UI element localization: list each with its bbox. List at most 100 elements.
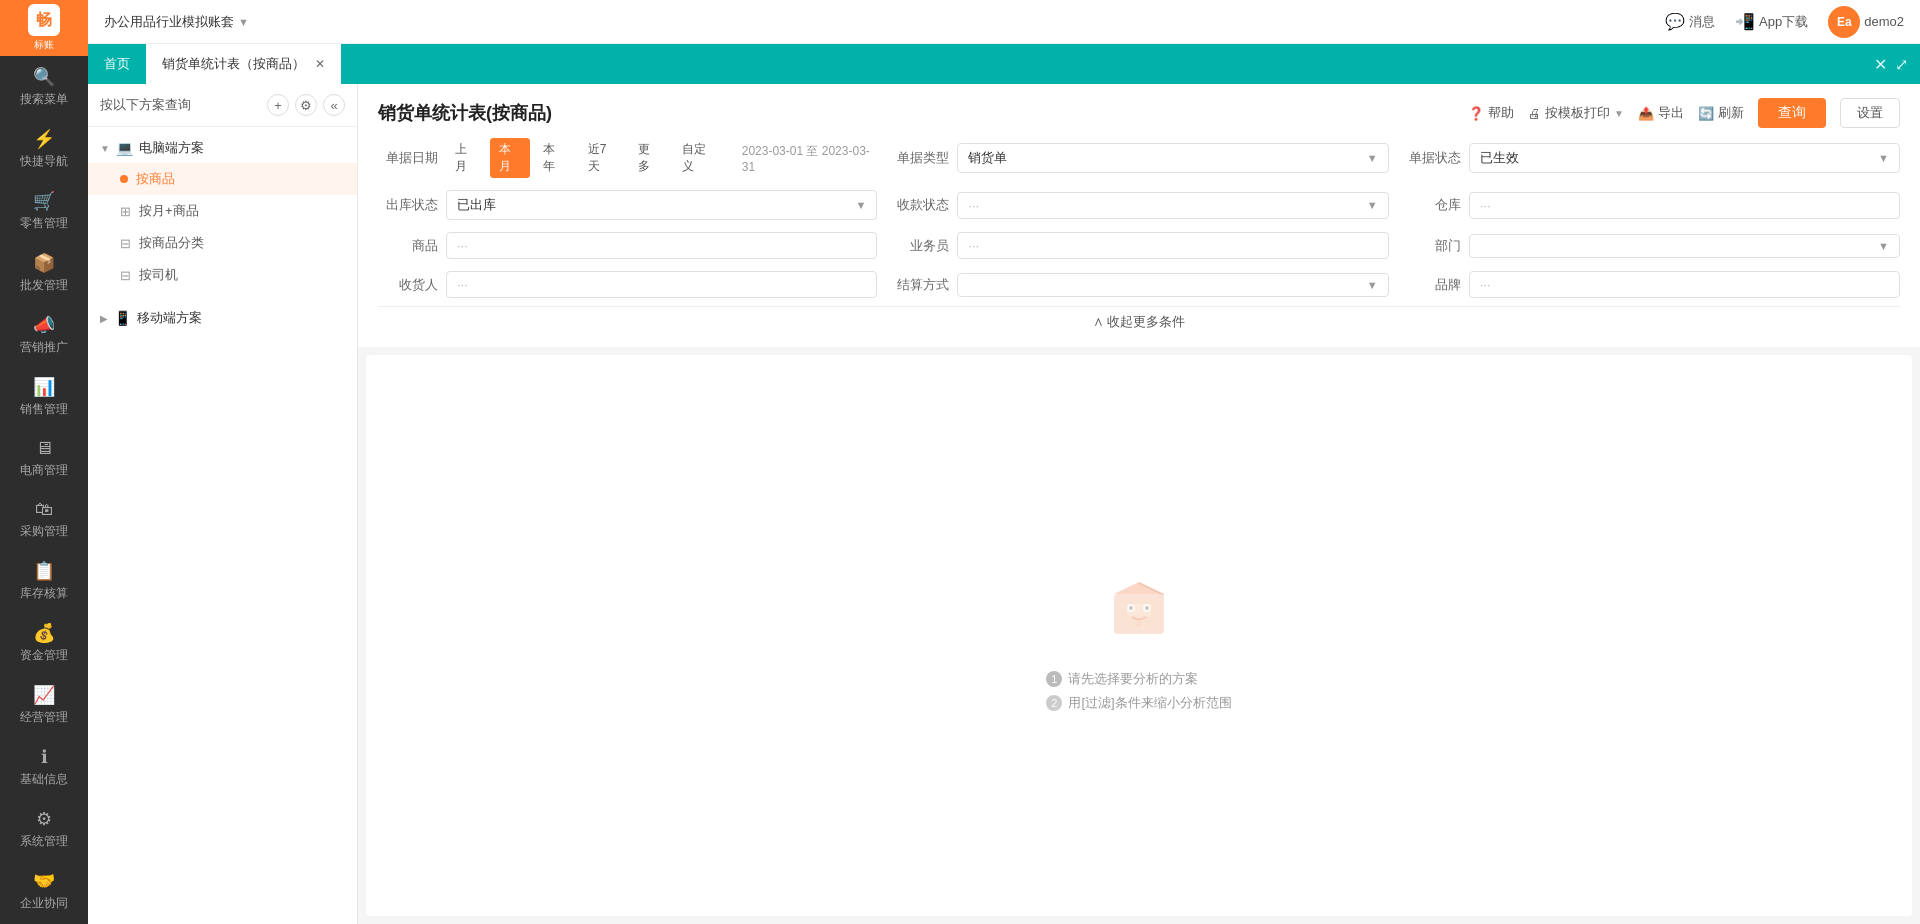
logo[interactable]: 畅 标账 [0, 0, 88, 56]
marketing-icon: 📣 [33, 314, 55, 336]
sidebar-item-retail[interactable]: 🛒 零售管理 [0, 180, 88, 242]
industry-selector[interactable]: 办公用品行业模拟账套 ▼ [104, 13, 249, 31]
avatar: Ea [1828, 6, 1860, 38]
right-panel: 销货单统计表(按商品) ❓ 帮助 🖨 按模板打印 ▼ 📤 [358, 84, 1920, 924]
tab-window-controls: ✕ ⤢ [1862, 55, 1920, 74]
goods-select[interactable]: ··· [446, 232, 877, 259]
help-button[interactable]: ❓ 帮助 [1468, 104, 1514, 122]
doc-status-select[interactable]: 已生效 ▼ [1469, 143, 1900, 173]
maximize-window-icon[interactable]: ⤢ [1895, 55, 1908, 74]
goods-label: 商品 [378, 237, 438, 255]
filter-row-1: 单据日期 上月 本月 本年 近7天 更多 自定义 2023-03-01 至 20… [378, 138, 1900, 178]
filter-row-2: 出库状态 已出库 ▼ 收款状态 ··· ▼ [378, 190, 1900, 220]
sidebar-item-wholesale[interactable]: 📦 批发管理 [0, 242, 88, 304]
active-dot-icon [120, 175, 128, 183]
last-7-btn[interactable]: 近7天 [579, 138, 625, 178]
group-expand-icon: ▼ [100, 143, 110, 154]
warehouse-status-select[interactable]: 已出库 ▼ [446, 190, 877, 220]
close-window-icon[interactable]: ✕ [1874, 55, 1887, 74]
empty-illustration [1089, 554, 1189, 654]
settings-scheme-button[interactable]: ⚙ [295, 94, 317, 116]
sidebar-item-search[interactable]: 🔍 搜索菜单 [0, 56, 88, 118]
settings-button[interactable]: 设置 [1840, 98, 1900, 128]
sidebar-item-company[interactable]: 🤝 企业协同 [0, 860, 88, 922]
grid-icon: ⊞ [120, 204, 131, 219]
export-button[interactable]: 📤 导出 [1638, 104, 1684, 122]
svg-point-9 [1145, 606, 1149, 610]
scheme-item-by-goods-category[interactable]: ⊟ 按商品分类 [88, 227, 357, 259]
filter-area: 销货单统计表(按商品) ❓ 帮助 🖨 按模板打印 ▼ 📤 [358, 84, 1920, 347]
salesperson-select[interactable]: ··· [957, 232, 1388, 259]
sidebar-item-purchase[interactable]: 🛍 采购管理 [0, 489, 88, 550]
more-btn[interactable]: 更多 [629, 138, 669, 178]
filter-dept: 部门 ▼ [1401, 232, 1900, 259]
inventory-icon: 📋 [33, 560, 55, 582]
date-quick-buttons: 上月 本月 本年 近7天 更多 自定义 [446, 138, 725, 178]
tab-home[interactable]: 首页 [88, 44, 146, 84]
settlement-select[interactable]: ▼ [957, 273, 1388, 297]
download-icon: 📲 [1735, 12, 1755, 31]
query-button[interactable]: 查询 [1758, 98, 1826, 128]
filter-brand: 品牌 ··· [1401, 271, 1900, 298]
sidebar-item-sales-mgmt[interactable]: 📊 销售管理 [0, 366, 88, 428]
brand-select[interactable]: ··· [1469, 271, 1900, 298]
filter-warehouse-status: 出库状态 已出库 ▼ [378, 190, 877, 220]
sidebar-item-system[interactable]: ⚙ 系统管理 [0, 798, 88, 860]
scheme-section-pc: ▼ 💻 电脑端方案 按商品 ⊞ 按月+商品 ⊟ 按商品分类 ⊟ [88, 127, 357, 297]
sidebar-item-basic-info[interactable]: ℹ 基础信息 [0, 736, 88, 798]
scheme-item-by-printer[interactable]: ⊟ 按司机 [88, 259, 357, 291]
sidebar-item-ecommerce[interactable]: 🖥 电商管理 [0, 428, 88, 489]
system-icon: ⚙ [36, 808, 52, 830]
category-icon: ⊟ [120, 236, 131, 251]
last-month-btn[interactable]: 上月 [446, 138, 486, 178]
sidebar-item-inventory[interactable]: 📋 库存核算 [0, 550, 88, 612]
payment-status-select[interactable]: ··· ▼ [957, 192, 1388, 219]
this-month-btn[interactable]: 本月 [490, 138, 530, 178]
user-menu[interactable]: Ea demo2 [1828, 6, 1904, 38]
message-button[interactable]: 💬 消息 [1665, 12, 1715, 31]
tab-close-icon[interactable]: ✕ [315, 57, 325, 71]
refresh-button[interactable]: 🔄 刷新 [1698, 104, 1744, 122]
industry-label: 办公用品行业模拟账套 [104, 13, 234, 31]
print-button[interactable]: 🖨 按模板打印 ▼ [1528, 104, 1624, 122]
scheme-group-pc[interactable]: ▼ 💻 电脑端方案 [88, 133, 357, 163]
receiver-select[interactable]: ··· [446, 271, 877, 298]
main-wrapper: 办公用品行业模拟账套 ▼ 💬 消息 📲 App下载 Ea demo2 首页 销货… [88, 0, 1920, 924]
scheme-item-by-goods[interactable]: 按商品 [88, 163, 357, 195]
pc-icon: 💻 [116, 140, 133, 156]
dept-label: 部门 [1401, 237, 1461, 255]
doc-status-arrow-icon: ▼ [1878, 152, 1889, 164]
filter-row-4: 收货人 ··· 结算方式 ▼ 品牌 ··· [378, 271, 1900, 298]
app-download-button[interactable]: 📲 App下载 [1735, 12, 1808, 31]
sidebar-item-marketing[interactable]: 📣 营销推广 [0, 304, 88, 366]
collapse-button[interactable]: ∧ 收起更多条件 [378, 306, 1900, 333]
doc-type-arrow-icon: ▼ [1367, 152, 1378, 164]
tab-sales-stats[interactable]: 销货单统计表（按商品） ✕ [146, 44, 341, 84]
scheme-group-mobile[interactable]: ▶ 📱 移动端方案 [88, 303, 357, 333]
dept-arrow-icon: ▼ [1878, 240, 1889, 252]
add-scheme-button[interactable]: + [267, 94, 289, 116]
filter-warehouse: 仓库 ··· [1401, 190, 1900, 220]
filter-goods: 商品 ··· [378, 232, 877, 259]
warehouse-label: 仓库 [1401, 196, 1461, 214]
warehouse-select[interactable]: ··· [1469, 192, 1900, 219]
collapse-panel-button[interactable]: « [323, 94, 345, 116]
custom-btn[interactable]: 自定义 [673, 138, 724, 178]
sidebar-item-finance[interactable]: 💰 资金管理 [0, 612, 88, 674]
sidebar-item-business[interactable]: 📈 经营管理 [0, 674, 88, 736]
dept-select[interactable]: ▼ [1469, 234, 1900, 258]
doc-type-select[interactable]: 销货单 ▼ [957, 143, 1388, 173]
business-icon: 📈 [33, 684, 55, 706]
filter-doc-type: 单据类型 销货单 ▼ [889, 138, 1388, 178]
this-year-btn[interactable]: 本年 [534, 138, 574, 178]
brand-label: 品牌 [1401, 276, 1461, 294]
printer-icon: ⊟ [120, 268, 131, 283]
left-panel-header: 按以下方案查询 + ⚙ « [88, 84, 357, 127]
scheme-item-by-month-goods[interactable]: ⊞ 按月+商品 [88, 195, 357, 227]
sales-mgmt-icon: 📊 [33, 376, 55, 398]
export-icon: 📤 [1638, 106, 1654, 121]
top-right-actions: 💬 消息 📲 App下载 Ea demo2 [1665, 6, 1904, 38]
purchase-icon: 🛍 [35, 499, 53, 520]
basic-info-icon: ℹ [41, 746, 48, 768]
sidebar-item-shortcuts[interactable]: ⚡ 快捷导航 [0, 118, 88, 180]
